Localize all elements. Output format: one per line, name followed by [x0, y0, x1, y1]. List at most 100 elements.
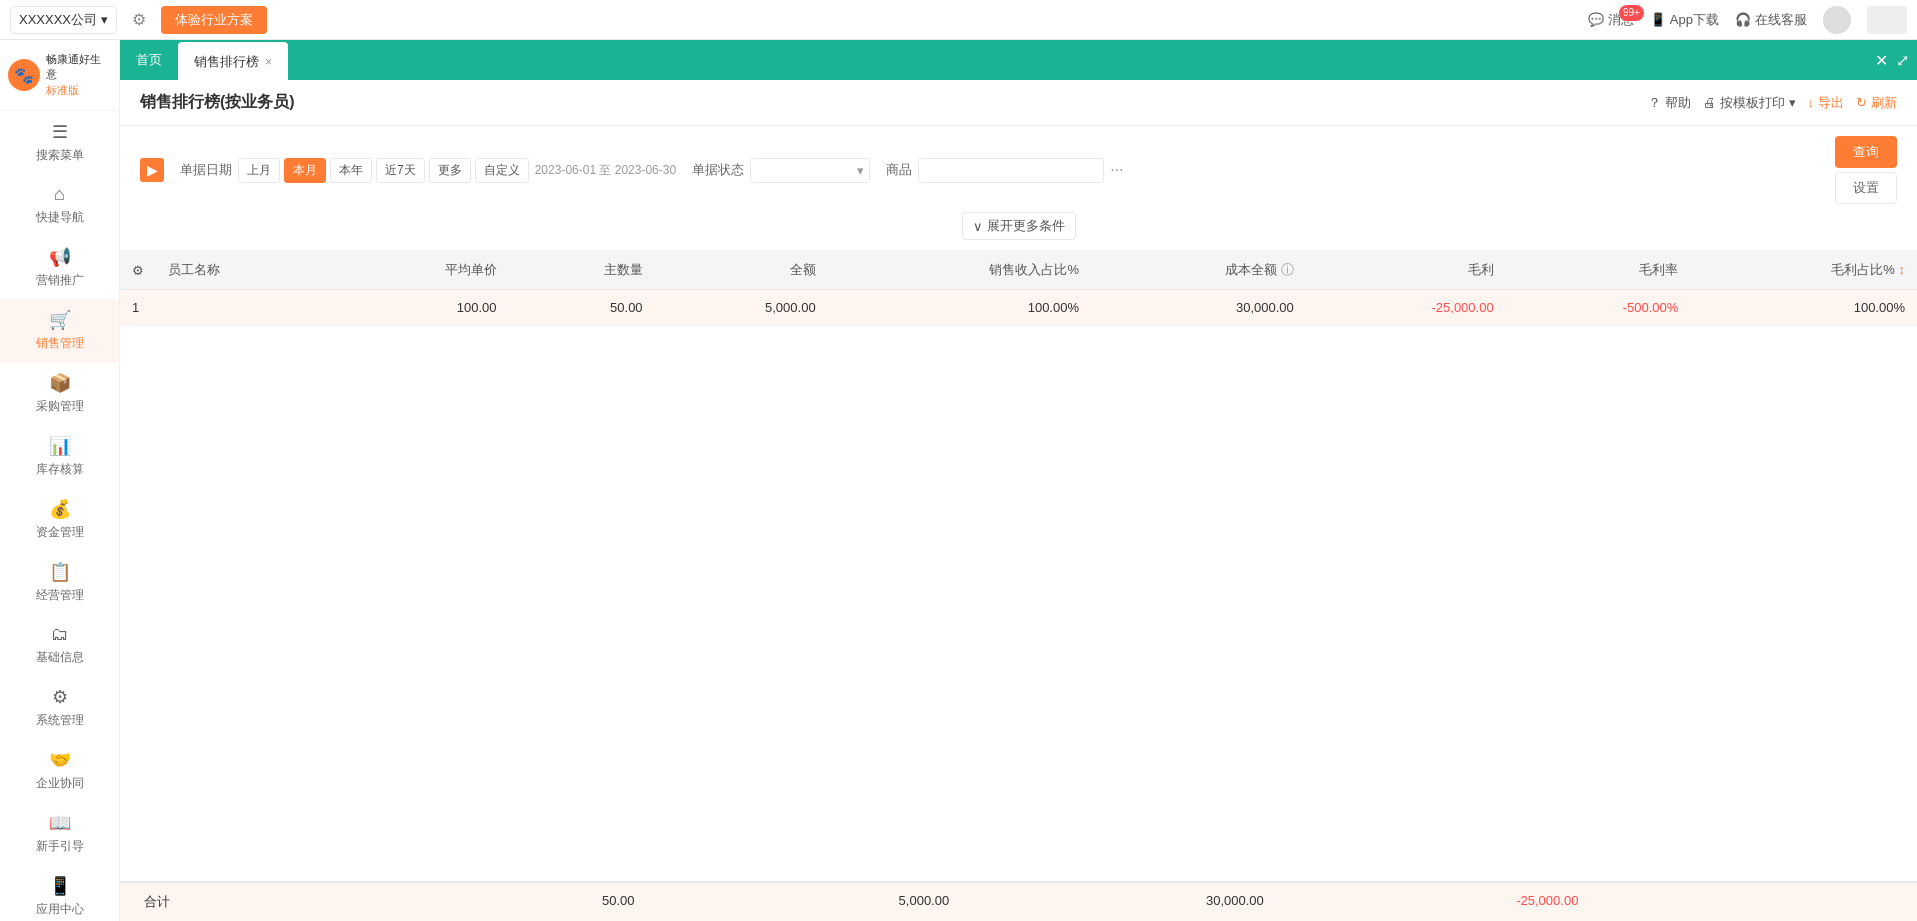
expand-label: 展开更多条件 — [987, 217, 1065, 235]
cell-gross-pct: 100.00% — [1690, 290, 1917, 326]
cell-name — [156, 290, 332, 326]
message-badge: 99+ — [1619, 5, 1644, 21]
footer-gross: -25,000.00 — [1276, 893, 1591, 911]
sidebar-item-label: 销售管理 — [36, 335, 84, 352]
goods-label: 商品 — [886, 161, 912, 179]
app-download-item[interactable]: 📱 App下载 — [1650, 11, 1719, 29]
sidebar-logo: 🐾 畅康通好生意 标准版 — [0, 40, 119, 111]
footer-quantity: 50.00 — [332, 893, 647, 911]
date-filter: 单据日期 上月 本月 本年 近7天 更多 自定义 2023-06-01 至 20… — [180, 158, 676, 183]
sidebar-item-guide[interactable]: 📖 新手引导 — [0, 802, 119, 865]
filter-expand-arrow[interactable]: ▶ — [140, 158, 164, 182]
sidebar-item-enterprise[interactable]: 🤝 企业协同 — [0, 739, 119, 802]
help-button[interactable]: ？ 帮助 — [1648, 94, 1691, 112]
export-icon: ↓ — [1808, 95, 1815, 110]
date-btn-this-year[interactable]: 本年 — [330, 158, 372, 183]
sidebar-item-label: 库存核算 — [36, 461, 84, 478]
tab-home[interactable]: 首页 — [120, 40, 178, 80]
sidebar-item-marketing[interactable]: 📢 营销推广 — [0, 236, 119, 299]
footer-cost: 30,000.00 — [961, 893, 1276, 911]
goods-input[interactable] — [918, 158, 1104, 183]
date-btn-last-month[interactable]: 上月 — [238, 158, 280, 183]
sidebar-item-apps[interactable]: 📱 应用中心 — [0, 865, 119, 921]
company-selector[interactable]: XXXXXX公司 ▾ — [10, 6, 117, 34]
page-title: 销售排行榜(按业务员) — [140, 92, 295, 113]
trial-button[interactable]: 体验行业方案 — [161, 6, 267, 34]
sidebar-item-label: 资金管理 — [36, 524, 84, 541]
date-btn-7days[interactable]: 近7天 — [376, 158, 425, 183]
inventory-icon: 📊 — [49, 435, 71, 457]
footer-cells: 合计 50.00 5,000.00 30,000.00 -25,000.00 — [132, 893, 1905, 911]
username-area — [1867, 6, 1907, 34]
app-icon: 📱 — [1650, 12, 1666, 27]
th-avg-price: 平均单价 — [332, 251, 508, 290]
online-service-item[interactable]: 🎧 在线客服 — [1735, 11, 1807, 29]
service-icon: 🎧 — [1735, 12, 1751, 27]
cell-cost: 30,000.00 — [1091, 290, 1306, 326]
avatar[interactable] — [1823, 6, 1851, 34]
filter-row-2: ∨ 展开更多条件 — [140, 212, 1897, 240]
table-footer: 合计 50.00 5,000.00 30,000.00 -25,000.00 — [120, 881, 1917, 921]
page-header-actions: ？ 帮助 🖨 按模板打印 ▾ ↓ 导出 ↻ 刷新 — [1648, 94, 1898, 112]
finance-icon: 💰 — [49, 498, 71, 520]
cell-avg-price: 100.00 — [332, 290, 508, 326]
date-btn-this-month[interactable]: 本月 — [284, 158, 326, 183]
close-all-icon[interactable]: ✕ — [1875, 51, 1888, 70]
sidebar-item-label: 基础信息 — [36, 649, 84, 666]
sidebar-item-system[interactable]: ⚙ 系统管理 — [0, 676, 119, 739]
header-row: ⚙ 员工名称 平均单价 主数量 全额 销售收入占比% 成本全额 ⓘ 毛利 毛利率 — [120, 251, 1917, 290]
sidebar-item-label: 采购管理 — [36, 398, 84, 415]
sidebar-item-inventory[interactable]: 📊 库存核算 — [0, 425, 119, 488]
settings-icon[interactable]: ⚙ — [125, 6, 153, 34]
date-btn-custom[interactable]: 自定义 — [475, 158, 529, 183]
chevron-down-icon: ∨ — [973, 219, 983, 234]
footer-label: 合计 — [132, 893, 332, 911]
system-icon: ⚙ — [52, 686, 68, 708]
tab-close-icon[interactable]: × — [265, 55, 272, 69]
date-btn-more[interactable]: 更多 — [429, 158, 471, 183]
table-row: 1 100.00 50.00 5,000.00 100.00% 30,000.0… — [120, 290, 1917, 326]
sidebar-item-basics[interactable]: 🗂 基础信息 — [0, 614, 119, 676]
help-label: 帮助 — [1665, 94, 1691, 112]
table-wrapper: ⚙ 员工名称 平均单价 主数量 全额 销售收入占比% 成本全额 ⓘ 毛利 毛利率 — [120, 251, 1917, 881]
purchase-icon: 📦 — [49, 372, 71, 394]
sidebar-item-search[interactable]: ☰ 搜索菜单 — [0, 111, 119, 174]
query-button[interactable]: 查询 — [1835, 136, 1897, 168]
date-label: 单据日期 — [180, 161, 232, 179]
date-range-text: 2023-06-01 至 2023-06-30 — [535, 162, 676, 179]
tab-home-label: 首页 — [136, 51, 162, 69]
tab-sales-ranking[interactable]: 销售排行榜 × — [178, 42, 288, 82]
maximize-icon[interactable]: ⤢ — [1896, 51, 1909, 70]
th-amount: 全额 — [655, 251, 828, 290]
goods-filter: 商品 ··· — [886, 158, 1819, 183]
sidebar-item-label: 新手引导 — [36, 838, 84, 855]
more-options-icon[interactable]: ··· — [1110, 161, 1123, 179]
sidebar-item-shortcuts[interactable]: ⌂ 快捷导航 — [0, 174, 119, 236]
sidebar-item-finance[interactable]: 💰 资金管理 — [0, 488, 119, 551]
th-quantity: 主数量 — [509, 251, 655, 290]
top-bar: XXXXXX公司 ▾ ⚙ 体验行业方案 💬 消息 99+ 📱 App下载 🎧 在… — [0, 0, 1917, 40]
enterprise-icon: 🤝 — [49, 749, 71, 771]
sidebar-item-purchase[interactable]: 📦 采购管理 — [0, 362, 119, 425]
sidebar-item-management[interactable]: 📋 经营管理 — [0, 551, 119, 614]
print-button[interactable]: 🖨 按模板打印 ▾ — [1703, 94, 1796, 112]
status-select[interactable] — [750, 158, 870, 183]
refresh-button[interactable]: ↻ 刷新 — [1856, 94, 1897, 112]
sidebar-item-label: 经营管理 — [36, 587, 84, 604]
th-gross-rate: 毛利率 — [1506, 251, 1691, 290]
sidebar-item-label: 企业协同 — [36, 775, 84, 792]
th-settings[interactable]: ⚙ — [120, 251, 156, 290]
message-icon: 💬 — [1588, 12, 1604, 27]
sidebar-item-label: 快捷导航 — [36, 209, 84, 226]
sales-icon: 🛒 — [49, 309, 71, 331]
message-item[interactable]: 💬 消息 99+ — [1588, 11, 1634, 29]
cost-info-icon[interactable]: ⓘ — [1281, 262, 1294, 277]
export-button[interactable]: ↓ 导出 — [1808, 94, 1845, 112]
sidebar-item-sales[interactable]: 🛒 销售管理 — [0, 299, 119, 362]
page-header: 销售排行榜(按业务员) ？ 帮助 🖨 按模板打印 ▾ ↓ 导出 — [120, 80, 1917, 126]
settings-button[interactable]: 设置 — [1835, 172, 1897, 204]
gross-pct-sort-icon[interactable]: ↕ — [1899, 262, 1906, 277]
main-layout: 🐾 畅康通好生意 标准版 ☰ 搜索菜单 ⌂ 快捷导航 📢 营销推广 🛒 销售管理… — [0, 40, 1917, 921]
expand-more-btn[interactable]: ∨ 展开更多条件 — [962, 212, 1076, 240]
cell-quantity: 50.00 — [509, 290, 655, 326]
